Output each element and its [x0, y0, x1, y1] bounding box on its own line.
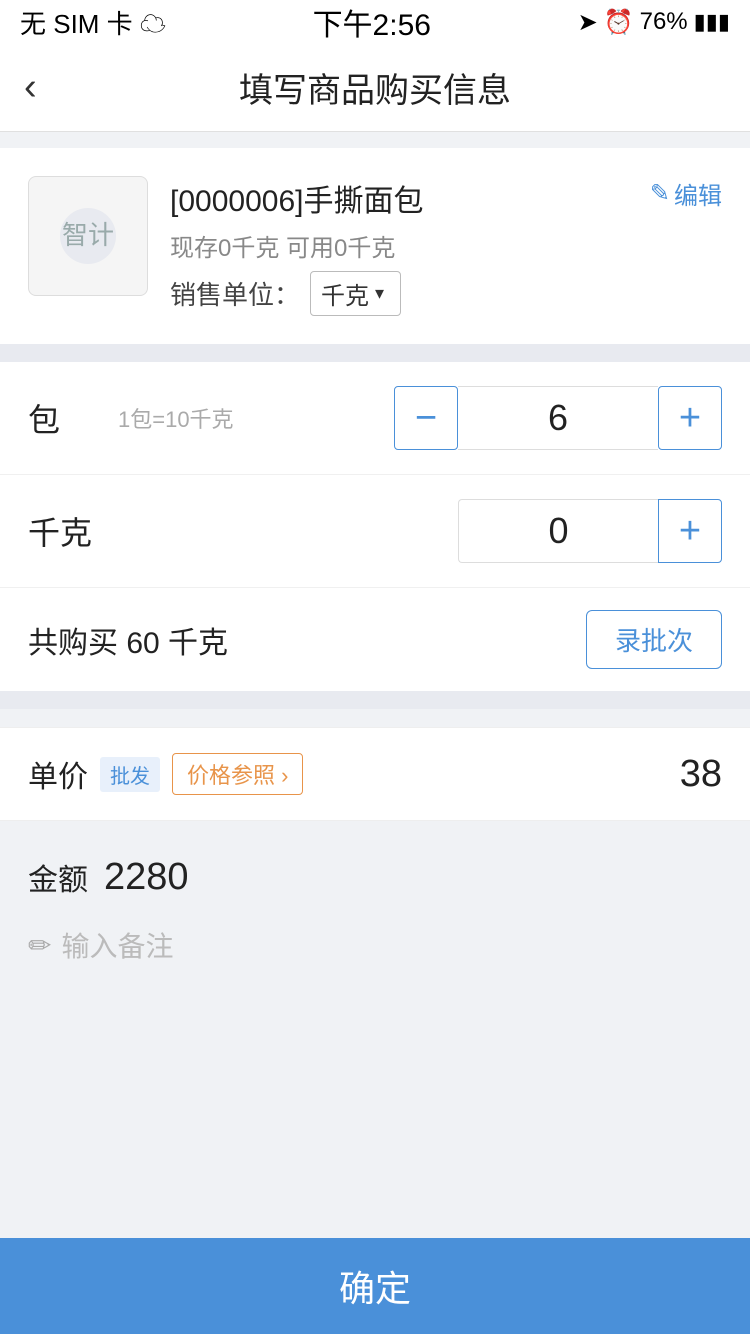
section-divider-1 [0, 344, 750, 362]
section-divider-2 [0, 691, 750, 709]
product-name-row: [0000006]手撕面包 ✎ 编辑 [170, 176, 722, 220]
back-button[interactable]: ‹ [24, 66, 37, 109]
price-row: 单价 批发 价格参照 › 38 [28, 752, 722, 796]
price-tag-pifa: 批发 [100, 757, 160, 792]
total-row: 共购买 60 千克 录批次 [0, 588, 750, 691]
bag-qty-input[interactable] [458, 386, 658, 450]
kg-qty-row: 千克 + [0, 475, 750, 588]
note-placeholder: 输入备注 [61, 925, 173, 965]
status-bar: 无 SIM 卡 ☁ 下午2:56 ➤ ⏰ 76% ▮▮▮ [0, 0, 750, 44]
bag-increment-button[interactable]: + [658, 386, 722, 450]
location-icon: ➤ [578, 8, 598, 37]
page-title: 填写商品购买信息 [239, 63, 511, 112]
total-label: 共购买 60 千克 [28, 618, 228, 662]
chevron-down-icon: ▾ [375, 283, 384, 304]
price-label: 单价 [28, 752, 88, 796]
bag-qty-controls: − + [394, 386, 722, 450]
product-card: 智计 [0000006]手撕面包 ✎ 编辑 现存0千克 可用0千克 销售单位： … [0, 148, 750, 344]
amount-label: 金额 [28, 855, 88, 899]
product-image: 智计 [28, 176, 148, 296]
product-unit-row: 销售单位： 千克 ▾ [170, 271, 722, 316]
product-logo-icon: 智计 [58, 206, 118, 266]
battery-icon: ▮▮▮ [694, 9, 730, 35]
unit-label: 销售单位： [170, 275, 300, 312]
edit-button[interactable]: ✎ 编辑 [650, 176, 722, 211]
bag-qty-row: 包 1包=10千克 − + [0, 362, 750, 475]
edit-icon: ✎ [650, 179, 670, 208]
edit-label: 编辑 [674, 176, 722, 211]
alarm-icon: ⏰ [604, 8, 634, 37]
product-stock: 现存0千克 可用0千克 [170, 228, 722, 263]
status-time: 下午2:56 [313, 0, 431, 44]
svg-text:智计: 智计 [62, 220, 114, 250]
product-info: [0000006]手撕面包 ✎ 编辑 现存0千克 可用0千克 销售单位： 千克 … [170, 176, 722, 316]
note-row[interactable]: ✏ 输入备注 [28, 909, 722, 989]
amount-value: 2280 [104, 856, 189, 899]
price-ref-button[interactable]: 价格参照 › [172, 753, 303, 795]
battery-label: 76% [640, 8, 688, 36]
bag-hint: 1包=10千克 [118, 402, 394, 434]
bag-decrement-button[interactable]: − [394, 386, 458, 450]
kg-qty-input[interactable] [458, 499, 658, 563]
nav-bar: ‹ 填写商品购买信息 [0, 44, 750, 132]
product-name: [0000006]手撕面包 [170, 176, 423, 220]
record-batch-button[interactable]: 录批次 [586, 610, 722, 669]
bag-label: 包 [28, 395, 108, 441]
amount-row: 金额 2280 [28, 845, 722, 909]
price-section: 单价 批发 价格参照 › 38 [0, 727, 750, 821]
price-left: 单价 批发 价格参照 › [28, 752, 303, 796]
amount-section: 金额 2280 ✏ 输入备注 [0, 821, 750, 989]
unit-select[interactable]: 千克 ▾ [310, 271, 401, 316]
unit-value: 千克 [321, 276, 369, 311]
kg-label: 千克 [28, 508, 108, 554]
status-left: 无 SIM 卡 ☁ [20, 4, 166, 41]
price-value: 38 [680, 753, 722, 796]
qty-section: 包 1包=10千克 − + 千克 + [0, 362, 750, 588]
spacer [0, 989, 750, 1238]
kg-qty-controls: + [458, 499, 722, 563]
no-sim-label: 无 SIM 卡 ☁ [20, 4, 166, 41]
status-right: ➤ ⏰ 76% ▮▮▮ [578, 8, 730, 37]
pencil-icon: ✏ [28, 929, 51, 962]
confirm-button[interactable]: 确定 [0, 1238, 750, 1334]
kg-increment-button[interactable]: + [658, 499, 722, 563]
